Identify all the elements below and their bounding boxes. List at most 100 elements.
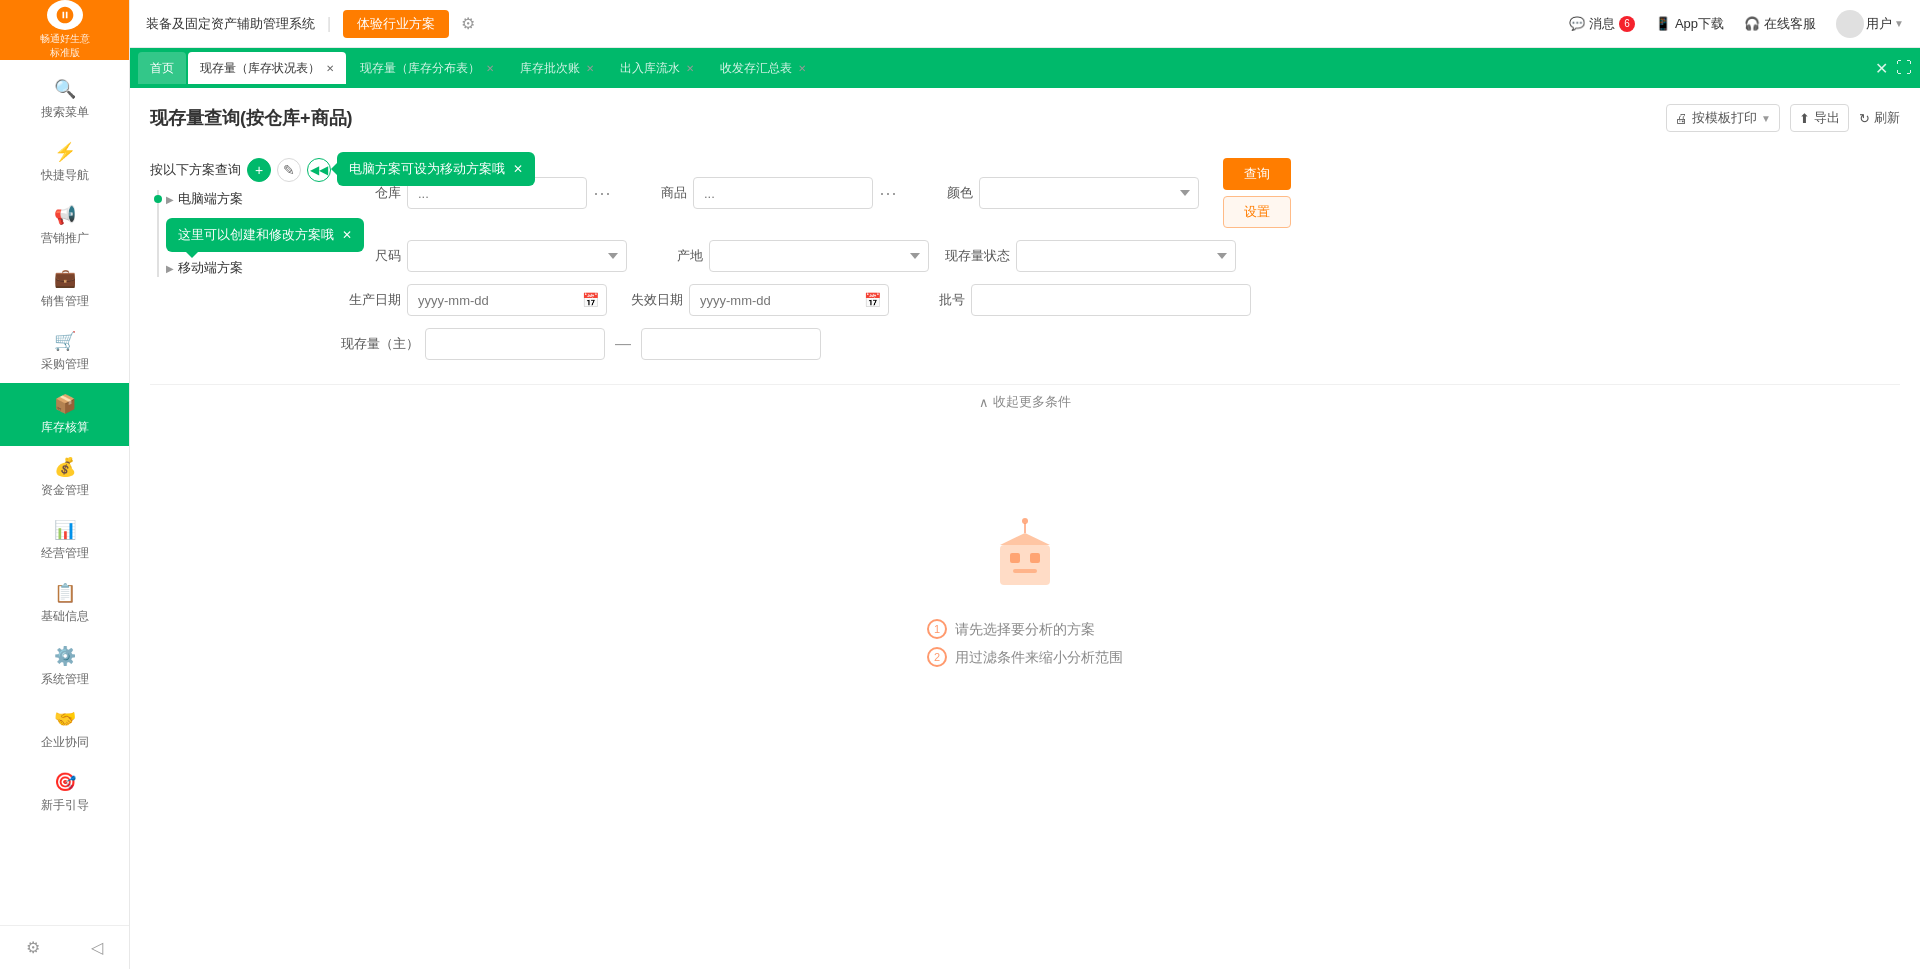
sidebar-item-purchase-label: 采购管理 xyxy=(41,356,89,373)
sidebar-bottom: ⚙ ◁ xyxy=(0,925,129,969)
goods-field: 商品 ⋯ xyxy=(627,177,897,209)
sidebar-item-operations[interactable]: 📊 经营管理 xyxy=(0,509,129,572)
inventory-status-field: 现存量状态 xyxy=(945,240,1236,272)
sidebar-item-guide[interactable]: 🎯 新手引导 xyxy=(0,761,129,824)
sidebar-item-search-label: 搜索菜单 xyxy=(41,104,89,121)
inventory-main-field: 现存量（主） — xyxy=(341,328,821,360)
empty-step-1: 1 请先选择要分析的方案 xyxy=(927,615,1123,643)
step-num-2: 2 xyxy=(927,647,947,667)
scheme-arrow-button[interactable]: ◀◀ xyxy=(307,158,331,182)
goods-input[interactable] xyxy=(693,177,873,209)
expire-date-field: 失效日期 📅 xyxy=(623,284,889,316)
add-scheme-button[interactable]: + xyxy=(247,158,271,182)
goods-more-icon[interactable]: ⋯ xyxy=(879,184,897,202)
inventory-status-select[interactable] xyxy=(1016,240,1236,272)
sidebar-item-basic-info-label: 基础信息 xyxy=(41,608,89,625)
sidebar-item-purchase[interactable]: 🛒 采购管理 xyxy=(0,320,129,383)
tab-inventory-batch-label: 库存批次账 xyxy=(520,60,580,77)
expire-date-input[interactable] xyxy=(689,284,889,316)
tab-in-out-flow-label: 出入库流水 xyxy=(620,60,680,77)
batch-input[interactable] xyxy=(971,284,1251,316)
sidebar-item-enterprise-label: 企业协同 xyxy=(41,734,89,751)
produce-date-wrapper: 📅 xyxy=(407,284,607,316)
svg-rect-3 xyxy=(1030,553,1040,563)
sidebar-item-inventory[interactable]: 📦 库存核算 xyxy=(0,383,129,446)
tab-receive-summary-close[interactable]: ✕ xyxy=(798,63,806,74)
tab-inventory-batch[interactable]: 库存批次账 ✕ xyxy=(508,52,606,84)
expire-date-calendar-icon[interactable]: 📅 xyxy=(864,292,881,308)
inventory-status-label: 现存量状态 xyxy=(945,247,1010,265)
tab-receive-summary[interactable]: 收发存汇总表 ✕ xyxy=(708,52,818,84)
inventory-main-to-input[interactable] xyxy=(641,328,821,360)
edit-scheme-button[interactable]: ✎ xyxy=(277,158,301,182)
tab-in-out-flow-close[interactable]: ✕ xyxy=(686,63,694,74)
settings-btn[interactable]: ⚙ xyxy=(26,938,40,957)
sidebar-item-system[interactable]: ⚙️ 系统管理 xyxy=(0,635,129,698)
tooltip-create-close[interactable]: ✕ xyxy=(342,228,352,242)
size-select[interactable] xyxy=(407,240,627,272)
produce-date-input[interactable] xyxy=(407,284,607,316)
message-icon: 💬 xyxy=(1569,16,1585,31)
tab-inventory-distribution-close[interactable]: ✕ xyxy=(486,63,494,74)
sidebar-item-basic-info[interactable]: 📋 基础信息 xyxy=(0,572,129,635)
sidebar-item-search[interactable]: 🔍 搜索菜单 xyxy=(0,68,129,131)
step1-text: 请先选择要分析的方案 xyxy=(955,615,1095,643)
batch-field: 批号 xyxy=(905,284,1251,316)
color-select[interactable] xyxy=(979,177,1199,209)
tab-home[interactable]: 首页 xyxy=(138,52,186,84)
sidebar-item-quick-nav[interactable]: ⚡ 快捷导航 xyxy=(0,131,129,194)
pc-scheme-label[interactable]: 电脑端方案 xyxy=(178,190,243,208)
logo-text: 畅通好生意 xyxy=(40,32,90,46)
print-icon: 🖨 xyxy=(1675,111,1688,126)
online-support-button[interactable]: 🎧 在线客服 xyxy=(1744,15,1816,33)
tab-inventory-status-label: 现存量（库存状况表） xyxy=(200,60,320,77)
collapse-sidebar-btn[interactable]: ◁ xyxy=(91,938,103,957)
tab-inventory-distribution[interactable]: 现存量（库存分布表） ✕ xyxy=(348,52,506,84)
sidebar-item-sales[interactable]: 💼 销售管理 xyxy=(0,257,129,320)
phone-icon: 📱 xyxy=(1655,16,1671,31)
chevron-up-icon: ∧ xyxy=(979,395,989,410)
trial-button[interactable]: 体验行业方案 xyxy=(343,10,449,38)
refresh-label: 刷新 xyxy=(1874,109,1900,127)
mobile-scheme-label[interactable]: 移动端方案 xyxy=(178,259,243,277)
origin-select[interactable] xyxy=(709,240,929,272)
empty-state: 1 请先选择要分析的方案 2 用过滤条件来缩小分析范围 xyxy=(130,435,1920,751)
app-download-button[interactable]: 📱 App下载 xyxy=(1655,15,1724,33)
print-button[interactable]: 🖨 按模板打印 ▼ xyxy=(1666,104,1780,132)
export-icon: ⬆ xyxy=(1799,111,1810,126)
step2-text: 用过滤条件来缩小分析范围 xyxy=(955,643,1123,671)
reset-button[interactable]: 设置 xyxy=(1223,196,1291,228)
header-gear-icon[interactable]: ⚙ xyxy=(461,14,475,33)
tab-inventory-status-close[interactable]: ✕ xyxy=(326,63,334,74)
user-menu[interactable]: 用户 ▼ xyxy=(1836,10,1904,38)
sidebar-item-finance-label: 资金管理 xyxy=(41,482,89,499)
sidebar-item-marketing[interactable]: 📢 营销推广 xyxy=(0,194,129,257)
warehouse-more-icon[interactable]: ⋯ xyxy=(593,184,611,202)
sidebar: 畅通好生意 标准版 🔍 搜索菜单 ⚡ 快捷导航 📢 营销推广 💼 销售管理 🛒 … xyxy=(0,0,130,969)
tab-close-all-icon[interactable]: ✕ xyxy=(1875,59,1888,78)
tooltip-pc-close[interactable]: ✕ xyxy=(513,162,523,176)
tooltip-pc-text: 电脑方案可设为移动方案哦 xyxy=(349,160,505,178)
search-button[interactable]: 查询 xyxy=(1223,158,1291,190)
sidebar-logo: 畅通好生意 标准版 xyxy=(0,0,129,60)
tab-inventory-batch-close[interactable]: ✕ xyxy=(586,63,594,74)
tab-inventory-status[interactable]: 现存量（库存状况表） ✕ xyxy=(188,52,346,84)
inventory-main-label: 现存量（主） xyxy=(341,335,419,353)
produce-date-calendar-icon[interactable]: 📅 xyxy=(582,292,599,308)
svg-point-6 xyxy=(1022,518,1028,524)
message-button[interactable]: 💬 消息 6 xyxy=(1569,15,1635,33)
refresh-button[interactable]: ↻ 刷新 xyxy=(1859,109,1900,127)
warehouse-label: 仓库 xyxy=(341,184,401,202)
produce-date-field: 生产日期 📅 xyxy=(341,284,607,316)
clipboard-icon: 📋 xyxy=(54,582,76,604)
sidebar-item-enterprise[interactable]: 🤝 企业协同 xyxy=(0,698,129,761)
export-button[interactable]: ⬆ 导出 xyxy=(1790,104,1849,132)
tab-receive-summary-label: 收发存汇总表 xyxy=(720,60,792,77)
tab-in-out-flow[interactable]: 出入库流水 ✕ xyxy=(608,52,706,84)
sidebar-item-system-label: 系统管理 xyxy=(41,671,89,688)
tab-maximize-icon[interactable]: ⛶ xyxy=(1896,59,1912,78)
inventory-main-from-input[interactable] xyxy=(425,328,605,360)
tab-inventory-distribution-label: 现存量（库存分布表） xyxy=(360,60,480,77)
sidebar-item-finance[interactable]: 💰 资金管理 xyxy=(0,446,129,509)
collapse-bar[interactable]: ∧ 收起更多条件 xyxy=(150,384,1900,419)
